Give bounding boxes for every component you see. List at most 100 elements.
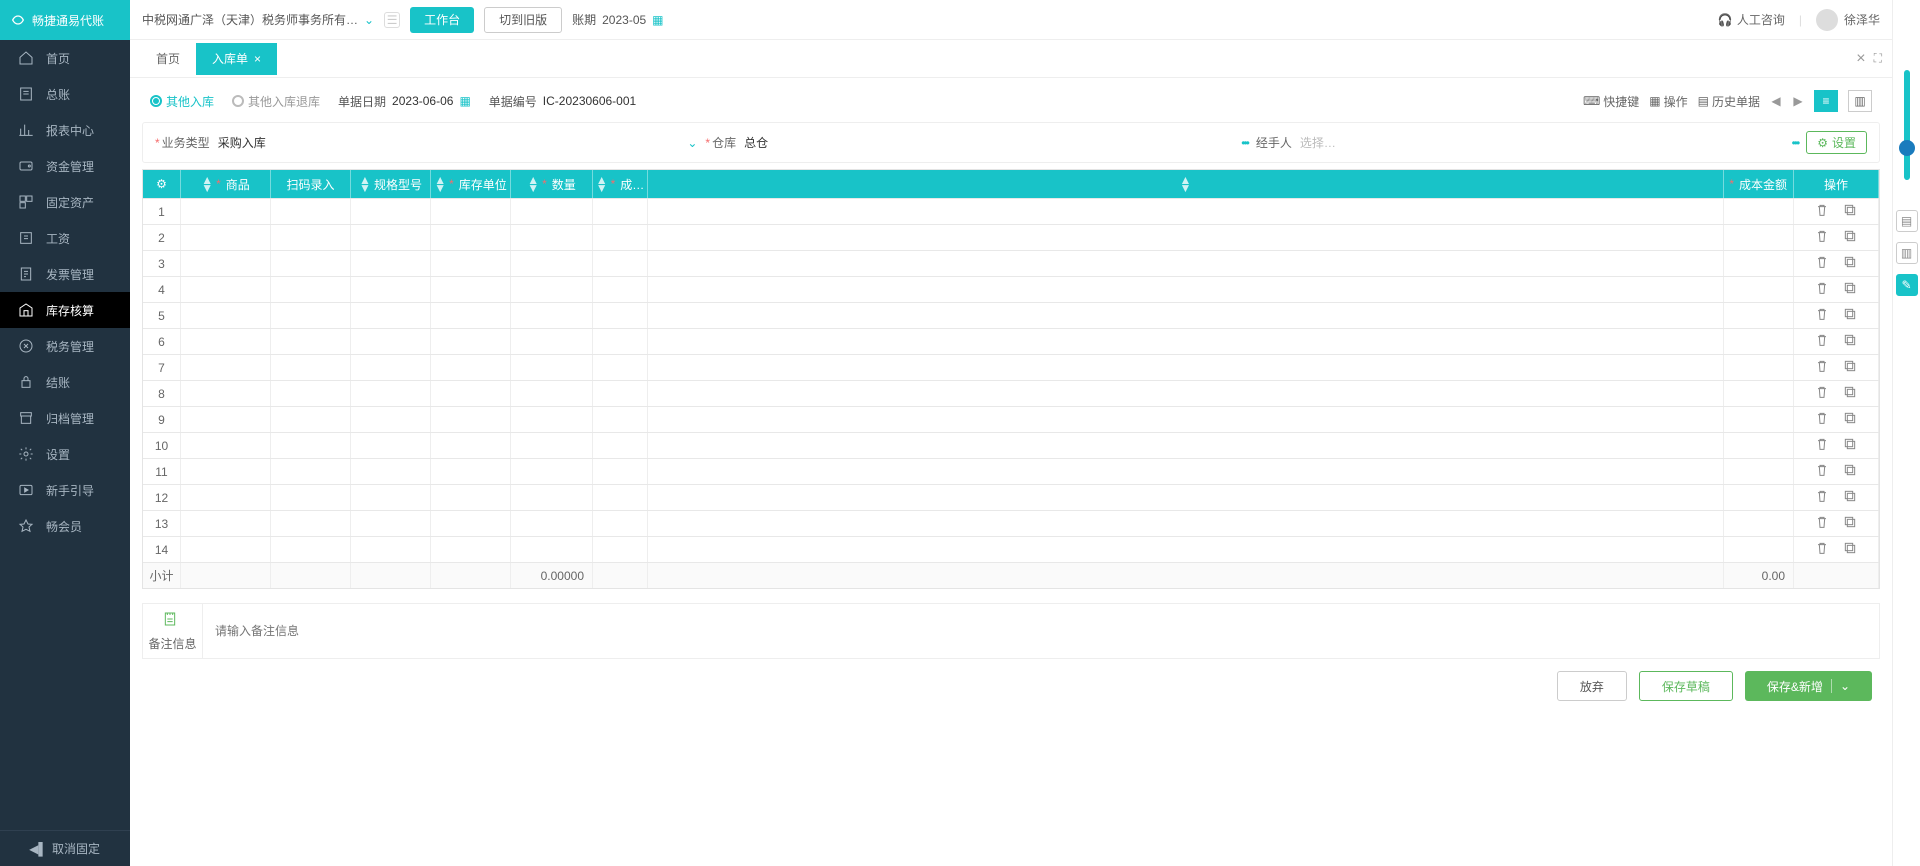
sidebar-item-inventory[interactable]: 库存核算 bbox=[0, 292, 130, 328]
field-biztype[interactable]: *业务类型 采购入库 ⌄ bbox=[155, 134, 697, 151]
sidebar-item-home[interactable]: 首页 bbox=[0, 40, 130, 76]
delete-icon[interactable] bbox=[1814, 228, 1830, 247]
copy-icon[interactable] bbox=[1842, 332, 1858, 351]
delete-icon[interactable] bbox=[1814, 202, 1830, 221]
discard-button[interactable]: 放弃 bbox=[1557, 671, 1627, 701]
calendar-icon[interactable]: ☰ bbox=[384, 12, 400, 28]
delete-icon[interactable] bbox=[1814, 462, 1830, 481]
tool-history[interactable]: ▤历史单据 bbox=[1698, 93, 1760, 110]
dock-btn-3[interactable]: ✎ bbox=[1896, 274, 1918, 296]
copy-icon[interactable] bbox=[1842, 202, 1858, 221]
copy-icon[interactable] bbox=[1842, 410, 1858, 429]
prev-icon[interactable]: ◀ bbox=[1770, 94, 1782, 108]
view-form-icon[interactable]: ≡ bbox=[1814, 90, 1838, 112]
sidebar-unpin[interactable]: ◀▌取消固定 bbox=[0, 830, 130, 866]
memo-input[interactable] bbox=[203, 604, 1879, 658]
delete-icon[interactable] bbox=[1814, 488, 1830, 507]
copy-icon[interactable] bbox=[1842, 254, 1858, 273]
dock-btn-2[interactable]: ▥ bbox=[1896, 242, 1918, 264]
table-row[interactable]: 5 bbox=[143, 302, 1879, 328]
sidebar-item-funds[interactable]: 资金管理 bbox=[0, 148, 130, 184]
settings-button[interactable]: ⚙设置 bbox=[1806, 131, 1867, 154]
doc-date[interactable]: 单据日期2023-06-06▦ bbox=[338, 93, 471, 110]
table-row[interactable]: 9 bbox=[143, 406, 1879, 432]
tab-home[interactable]: 首页 bbox=[140, 43, 196, 75]
delete-icon[interactable] bbox=[1814, 254, 1830, 273]
field-warehouse[interactable]: *仓库 总仓 ••• bbox=[705, 134, 1247, 151]
next-icon[interactable]: ▶ bbox=[1792, 94, 1804, 108]
sidebar-item-invoice[interactable]: 发票管理 bbox=[0, 256, 130, 292]
delete-icon[interactable] bbox=[1814, 332, 1830, 351]
sidebar-item-ledger[interactable]: 总账 bbox=[0, 76, 130, 112]
table-row[interactable]: 4 bbox=[143, 276, 1879, 302]
dock-slider[interactable] bbox=[1904, 70, 1910, 180]
th-spec[interactable]: ▲▼规格型号 bbox=[351, 170, 431, 198]
brand-logo[interactable]: 畅捷通易代账 bbox=[0, 0, 130, 40]
copy-icon[interactable] bbox=[1842, 280, 1858, 299]
table-row[interactable]: 8 bbox=[143, 380, 1879, 406]
sidebar-item-close[interactable]: 结账 bbox=[0, 364, 130, 400]
th-amount[interactable]: *成本金额 bbox=[1724, 170, 1794, 198]
workbench-button[interactable]: 工作台 bbox=[410, 7, 474, 33]
th-good[interactable]: ▲▼*商品 bbox=[181, 170, 271, 198]
close-all-icon[interactable]: × bbox=[1856, 50, 1865, 68]
table-row[interactable]: 14 bbox=[143, 536, 1879, 562]
company-selector[interactable]: 中税网通广泽（天津）税务师事务所有… ⌄ bbox=[142, 11, 374, 28]
user-menu[interactable]: 徐泽华 bbox=[1816, 9, 1880, 31]
copy-icon[interactable] bbox=[1842, 540, 1858, 559]
sidebar-item-guide[interactable]: 新手引导 bbox=[0, 472, 130, 508]
th-qty[interactable]: ▲▼*数量 bbox=[511, 170, 593, 198]
tool-shortcut[interactable]: ⌨快捷键 bbox=[1583, 93, 1639, 110]
table-row[interactable]: 3 bbox=[143, 250, 1879, 276]
th-unit[interactable]: ▲▼*库存单位 bbox=[431, 170, 511, 198]
table-row[interactable]: 2 bbox=[143, 224, 1879, 250]
dock-btn-1[interactable]: ▤ bbox=[1896, 210, 1918, 232]
delete-icon[interactable] bbox=[1814, 280, 1830, 299]
delete-icon[interactable] bbox=[1814, 436, 1830, 455]
table-row[interactable]: 11 bbox=[143, 458, 1879, 484]
sidebar-item-settings[interactable]: 设置 bbox=[0, 436, 130, 472]
field-handler[interactable]: 经手人 选择… ••• bbox=[1256, 134, 1798, 151]
consult-button[interactable]: 🎧人工咨询 bbox=[1718, 11, 1785, 28]
sidebar-item-salary[interactable]: 工资 bbox=[0, 220, 130, 256]
table-row[interactable]: 12 bbox=[143, 484, 1879, 510]
copy-icon[interactable] bbox=[1842, 384, 1858, 403]
delete-icon[interactable] bbox=[1814, 540, 1830, 559]
copy-icon[interactable] bbox=[1842, 306, 1858, 325]
copy-icon[interactable] bbox=[1842, 488, 1858, 507]
sidebar-item-assets[interactable]: 固定资产 bbox=[0, 184, 130, 220]
copy-icon[interactable] bbox=[1842, 436, 1858, 455]
delete-icon[interactable] bbox=[1814, 410, 1830, 429]
table-row[interactable]: 10 bbox=[143, 432, 1879, 458]
copy-icon[interactable] bbox=[1842, 358, 1858, 377]
table-row[interactable]: 1 bbox=[143, 198, 1879, 224]
period-selector[interactable]: 账期 2023-05 ▦ bbox=[572, 11, 663, 28]
th-gear[interactable]: ⚙ bbox=[143, 170, 181, 198]
view-grid-icon[interactable]: ▥ bbox=[1848, 90, 1872, 112]
fullscreen-icon[interactable]: ⛶ bbox=[1874, 51, 1882, 66]
delete-icon[interactable] bbox=[1814, 306, 1830, 325]
tab-inbound-order[interactable]: 入库单× bbox=[196, 43, 277, 75]
sidebar-item-tax[interactable]: 税务管理 bbox=[0, 328, 130, 364]
radio-other-in[interactable]: 其他入库 bbox=[150, 93, 214, 110]
close-icon[interactable]: × bbox=[254, 52, 261, 66]
delete-icon[interactable] bbox=[1814, 358, 1830, 377]
sidebar-item-member[interactable]: 畅会员 bbox=[0, 508, 130, 544]
delete-icon[interactable] bbox=[1814, 514, 1830, 533]
radio-other-in-return[interactable]: 其他入库退库 bbox=[232, 93, 320, 110]
table-row[interactable]: 13 bbox=[143, 510, 1879, 536]
table-row[interactable]: 7 bbox=[143, 354, 1879, 380]
copy-icon[interactable] bbox=[1842, 228, 1858, 247]
table-row[interactable]: 6 bbox=[143, 328, 1879, 354]
copy-icon[interactable] bbox=[1842, 462, 1858, 481]
th-blank[interactable]: ▲▼ bbox=[648, 170, 1724, 198]
save-add-button[interactable]: 保存&新增⌄ bbox=[1745, 671, 1872, 701]
tool-operation[interactable]: ▦操作 bbox=[1649, 93, 1687, 110]
th-scan[interactable]: 扫码录入 bbox=[271, 170, 351, 198]
th-price[interactable]: ▲▼*成… bbox=[593, 170, 648, 198]
copy-icon[interactable] bbox=[1842, 514, 1858, 533]
switch-old-button[interactable]: 切到旧版 bbox=[484, 7, 562, 33]
save-draft-button[interactable]: 保存草稿 bbox=[1639, 671, 1733, 701]
sidebar-item-archive[interactable]: 归档管理 bbox=[0, 400, 130, 436]
delete-icon[interactable] bbox=[1814, 384, 1830, 403]
